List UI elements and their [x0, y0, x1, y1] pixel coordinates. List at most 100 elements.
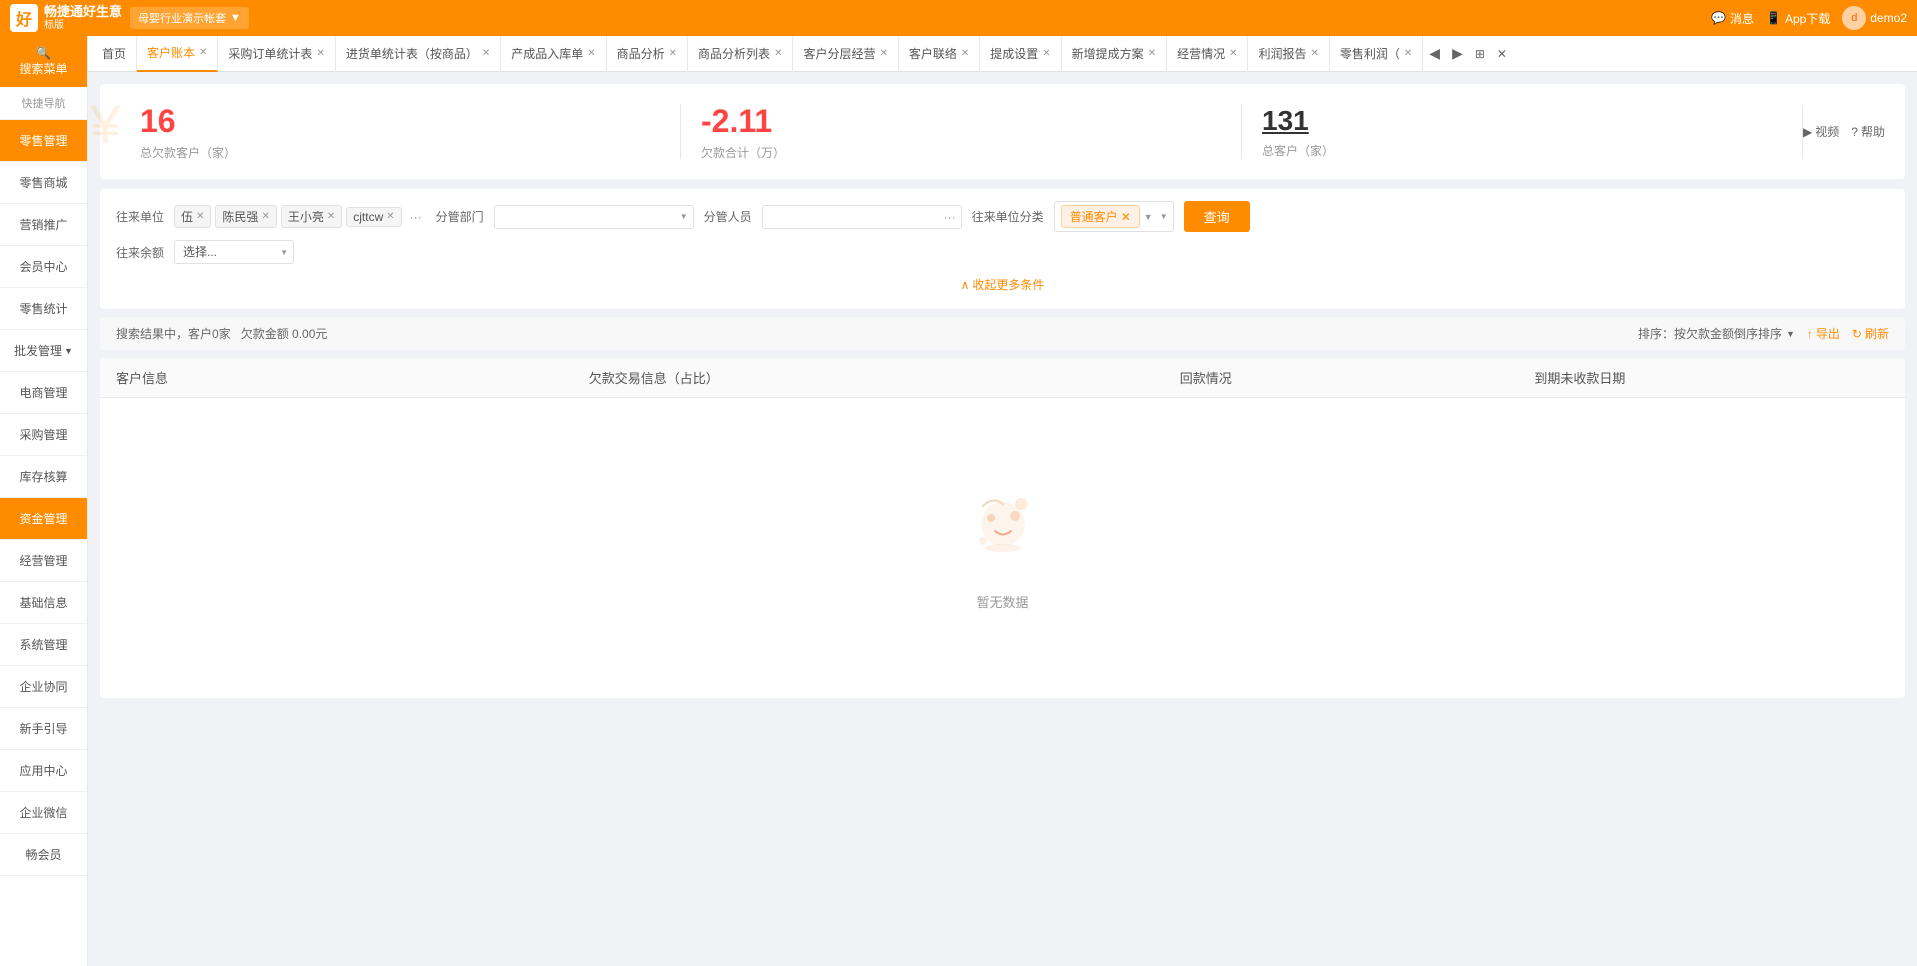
tab-expand[interactable]: ⊞	[1469, 47, 1491, 61]
filter-remain-select[interactable]: 选择...	[174, 240, 294, 264]
close-tag-cjttcw[interactable]: ✕	[386, 211, 394, 222]
tab-close-all[interactable]: ✕	[1491, 47, 1513, 61]
filter-tag-more[interactable]: ···	[406, 208, 426, 226]
main-layout: 🔍 搜索菜单 快捷导航 零售管理 零售商城 营销推广 会员中心 零售统计 批发管…	[0, 36, 1917, 966]
empty-text: 暂无数据	[976, 592, 1028, 611]
user-menu[interactable]: d demo2	[1842, 6, 1907, 30]
filter-dept-select[interactable]	[494, 205, 694, 229]
message-btn[interactable]: 💬 消息	[1711, 10, 1754, 27]
top-bar-left: 好 畅捷通好生意 标版 母婴行业演示帐套 ▼	[10, 4, 249, 32]
app-download-btn[interactable]: 📱 App下载	[1766, 10, 1830, 27]
tab-close-customer-ledger[interactable]: ✕	[199, 47, 207, 58]
sidebar-item-beginner-guide[interactable]: 新手引导	[0, 708, 87, 750]
tab-goods-inbound-stats[interactable]: 进货单统计表（按商品） ✕	[336, 36, 501, 72]
stat-label-debt-customers: 总欠款客户（家）	[140, 144, 236, 161]
collapse-icon: ∧	[961, 278, 970, 292]
sort-selector[interactable]: 排序：按欠款金额倒序排序 ▼	[1638, 325, 1795, 342]
sidebar-item-ecommerce[interactable]: 电商管理	[0, 372, 87, 414]
filter-tag-cjttcw: cjttcw ✕	[346, 207, 401, 227]
data-table: 客户信息 欠款交易信息（占比） 回款情况 到期未收款日期	[100, 358, 1905, 698]
filter-label-category: 往来单位分类	[972, 208, 1044, 225]
tab-new-commission-plan[interactable]: 新增提成方案 ✕	[1062, 36, 1167, 72]
tab-commission-settings[interactable]: 提成设置 ✕	[980, 36, 1061, 72]
stats-row: ¥ 16 总欠款客户（家） -2.11 欠款合计（万） 131 总客户（家）	[100, 84, 1905, 179]
close-tag-wang[interactable]: ✕	[327, 211, 335, 222]
tab-close-new-commission[interactable]: ✕	[1148, 48, 1156, 59]
toggle-more-conditions[interactable]: ∧ 收起更多条件	[116, 272, 1889, 297]
tab-close-commission[interactable]: ✕	[1042, 48, 1050, 59]
tab-profit-report[interactable]: 利润报告 ✕	[1248, 36, 1329, 72]
chevron-down-icon: ▼	[64, 346, 73, 356]
tab-customer-tier[interactable]: 客户分层经营 ✕	[793, 36, 898, 72]
filter-area: 往来单位 伍 ✕ 陈民强 ✕ 王小亮	[100, 189, 1905, 309]
tab-product-analysis[interactable]: 商品分析 ✕	[607, 36, 688, 72]
sidebar-item-basic-info[interactable]: 基础信息	[0, 582, 87, 624]
filter-manager-input[interactable]	[762, 205, 962, 229]
sidebar-fast-nav[interactable]: 快捷导航	[0, 87, 87, 119]
tab-product-analysis-list[interactable]: 商品分析列表 ✕	[688, 36, 793, 72]
video-btn[interactable]: ▶ 视频	[1803, 123, 1839, 140]
sidebar-item-member-center[interactable]: 会员中心	[0, 246, 87, 288]
tab-close-profit[interactable]: ✕	[1311, 48, 1319, 59]
sidebar-item-marketing[interactable]: 营销推广	[0, 204, 87, 246]
sidebar-item-app-center[interactable]: 应用中心	[0, 750, 87, 792]
tab-home[interactable]: 首页	[92, 36, 137, 72]
account-dropdown[interactable]: 母婴行业演示帐套 ▼	[130, 7, 249, 29]
sidebar-item-chang-member[interactable]: 畅会员	[0, 834, 87, 876]
tab-purchase-order-stats[interactable]: 采购订单统计表 ✕	[218, 36, 335, 72]
tab-customer-ledger[interactable]: 客户账本 ✕	[137, 36, 218, 72]
tab-nav-right[interactable]: ▶	[1446, 45, 1469, 62]
export-button[interactable]: ↑ 导出	[1807, 325, 1840, 342]
col-debt-info: 欠款交易信息（占比）	[589, 368, 1180, 387]
sidebar-item-finance[interactable]: 资金管理	[0, 498, 87, 540]
filter-category-wrap: 普通客户 ✕ ▼	[1054, 201, 1174, 232]
filter-tag-wang: 王小亮 ✕	[281, 205, 342, 228]
sidebar-search[interactable]: 🔍 搜索菜单	[0, 36, 87, 87]
sidebar-item-system-mgmt[interactable]: 系统管理	[0, 624, 87, 666]
filter-category-tag: 普通客户 ✕	[1061, 205, 1140, 228]
tab-close-customer-tier[interactable]: ✕	[879, 48, 887, 59]
table-header: 客户信息 欠款交易信息（占比） 回款情况 到期未收款日期	[100, 358, 1905, 398]
tab-close-finished-goods[interactable]: ✕	[587, 48, 595, 59]
sidebar-item-retail-mgmt[interactable]: 零售管理	[0, 120, 87, 162]
stat-right-btns: ▶ 视频 ? 帮助	[1803, 123, 1885, 140]
tab-close-customer-contact[interactable]: ✕	[961, 48, 969, 59]
top-bar: 好 畅捷通好生意 标版 母婴行业演示帐套 ▼ 💬 消息 📱 App下载 d	[0, 0, 1917, 36]
tab-close-retail-profit[interactable]: ✕	[1404, 48, 1412, 59]
tab-customer-contact[interactable]: 客户联络 ✕	[899, 36, 980, 72]
tab-close-purchase-order[interactable]: ✕	[316, 48, 324, 59]
filter-dept-select-wrap	[494, 205, 694, 229]
tab-close-business[interactable]: ✕	[1229, 48, 1237, 59]
category-dropdown-arrow[interactable]: ▼	[1144, 212, 1153, 222]
sidebar-item-operations-mgmt[interactable]: 经营管理	[0, 540, 87, 582]
sidebar-item-inventory[interactable]: 库存核算	[0, 456, 87, 498]
sidebar-item-wechat-enterprise[interactable]: 企业微信	[0, 792, 87, 834]
sidebar-item-retail-mall[interactable]: 零售商城	[0, 162, 87, 204]
export-icon: ↑	[1807, 327, 1813, 341]
filter-tags-unit: 伍 ✕ 陈民强 ✕ 王小亮 ✕	[174, 205, 426, 228]
tab-nav-left[interactable]: ◀	[1423, 45, 1446, 62]
tab-retail-profit[interactable]: 零售利润（ ✕	[1330, 36, 1423, 72]
sidebar-item-retail-stats[interactable]: 零售统计	[0, 288, 87, 330]
filter-label-remain: 往来余额	[116, 244, 164, 261]
tab-close-product-list[interactable]: ✕	[774, 48, 782, 59]
close-cat-tag[interactable]: ✕	[1121, 210, 1131, 224]
tab-finished-goods-inbound[interactable]: 产成品入库单 ✕	[501, 36, 606, 72]
tab-close-product-analysis[interactable]: ✕	[669, 48, 677, 59]
filter-tag-chen: 陈民强 ✕	[215, 205, 276, 228]
query-button[interactable]: 查询	[1184, 201, 1250, 232]
filter-label-unit: 往来单位	[116, 208, 164, 225]
help-btn[interactable]: ? 帮助	[1851, 123, 1885, 140]
sidebar-item-wholesale-mgmt[interactable]: 批发管理 ▼	[0, 330, 87, 372]
tab-business-status[interactable]: 经营情况 ✕	[1167, 36, 1248, 72]
page-content: ¥ 16 总欠款客户（家） -2.11 欠款合计（万） 131 总客户（家）	[88, 72, 1917, 966]
close-tag-chen[interactable]: ✕	[261, 211, 269, 222]
tab-close-inbound[interactable]: ✕	[482, 48, 490, 59]
close-tag-wu[interactable]: ✕	[196, 211, 204, 222]
sidebar-item-enterprise-collab[interactable]: 企业协同	[0, 666, 87, 708]
top-bar-right: 💬 消息 📱 App下载 d demo2	[1711, 6, 1907, 30]
sidebar-item-purchase-mgmt[interactable]: 采购管理	[0, 414, 87, 456]
empty-state: 暂无数据	[923, 446, 1083, 651]
refresh-button[interactable]: ↻ 刷新	[1852, 325, 1889, 342]
filter-label-manager: 分管人员	[704, 208, 752, 225]
